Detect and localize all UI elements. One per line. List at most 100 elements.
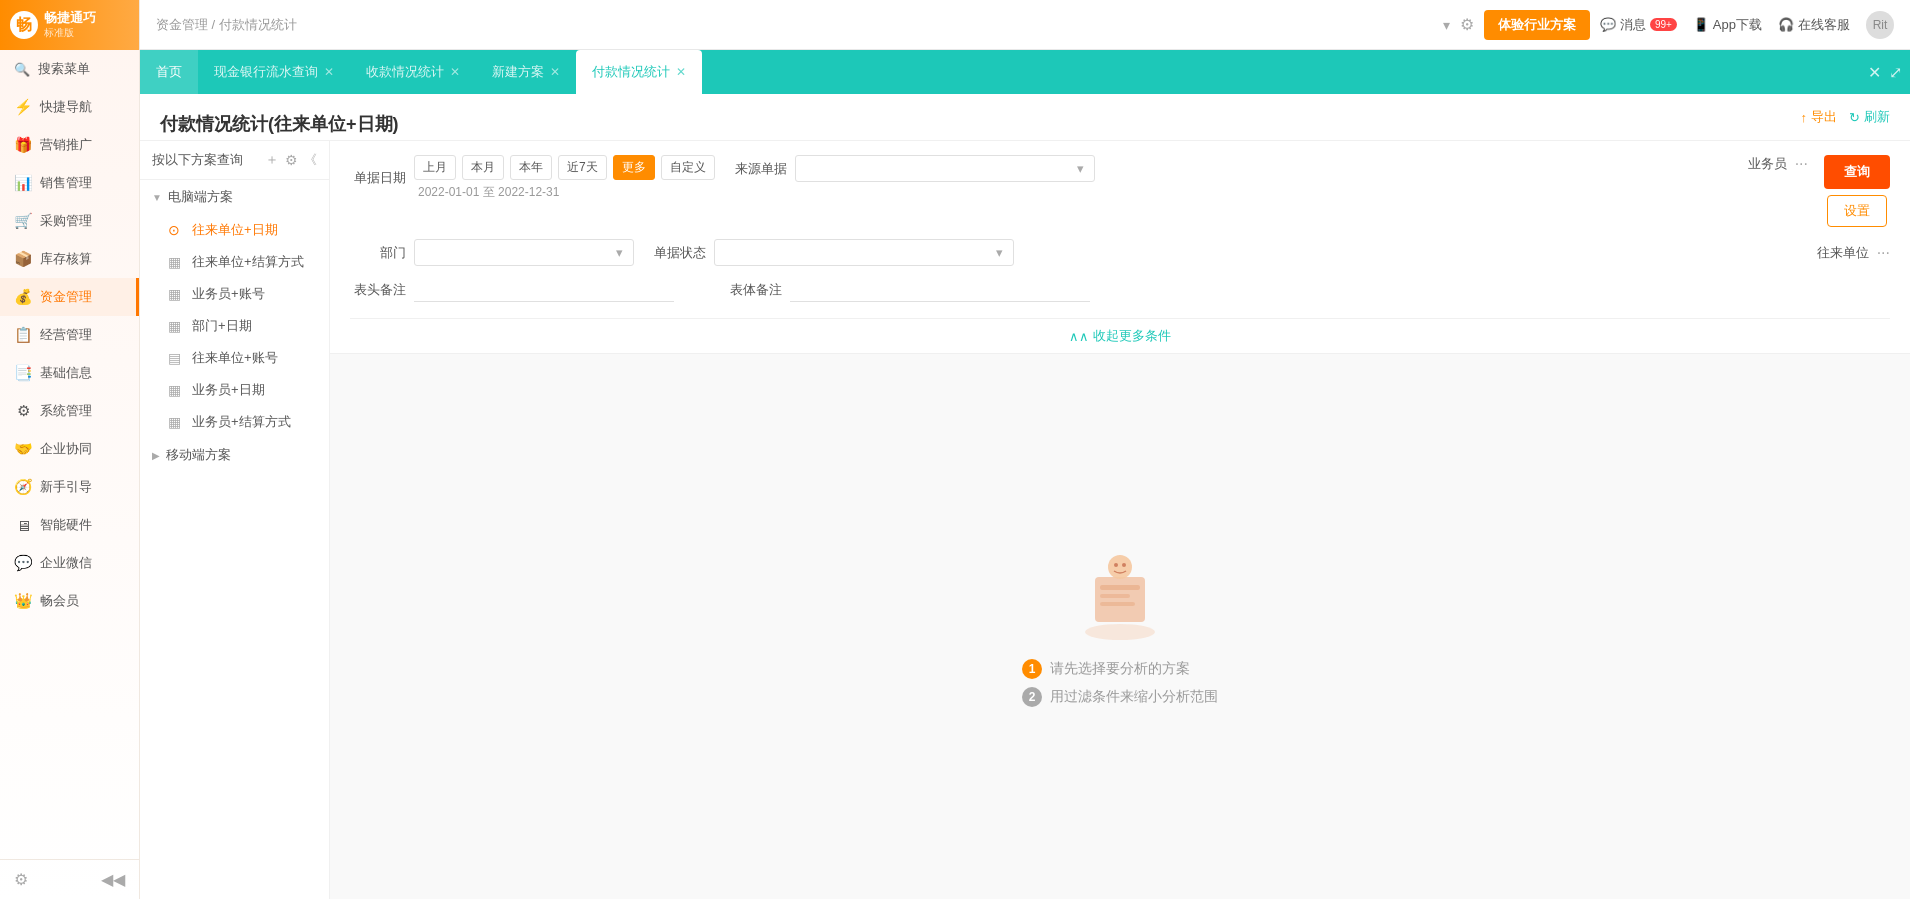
sidebar-item-system[interactable]: ⚙ 系统管理 bbox=[0, 392, 139, 430]
date-btn-custom[interactable]: 自定义 bbox=[661, 155, 715, 180]
service-btn[interactable]: 🎧 在线客服 bbox=[1778, 16, 1850, 34]
tabbar-actions: ✕ ⤢ bbox=[1868, 50, 1910, 94]
status-chevron-icon: ▾ bbox=[996, 245, 1003, 260]
refresh-btn[interactable]: ↻ 刷新 bbox=[1849, 108, 1890, 126]
scheme-icon-5: ▦ bbox=[168, 382, 184, 398]
header-note-label: 表头备注 bbox=[350, 281, 406, 299]
scheme-item-salesperson-account[interactable]: ▦ 业务员+账号 bbox=[140, 278, 329, 310]
date-btn-last-month[interactable]: 上月 bbox=[414, 155, 456, 180]
maximize-icon[interactable]: ⤢ bbox=[1889, 63, 1902, 82]
export-icon: ↑ bbox=[1801, 110, 1808, 125]
system-icon: ⚙ bbox=[14, 402, 32, 420]
counterpart-dots[interactable]: ··· bbox=[1877, 244, 1890, 262]
close-all-tabs-icon[interactable]: ✕ bbox=[1868, 63, 1881, 82]
date-buttons: 上月 本月 本年 近7天 更多 自定义 bbox=[414, 155, 715, 180]
sidebar-item-inventory[interactable]: 📦 库存核算 bbox=[0, 240, 139, 278]
source-label: 来源单据 bbox=[731, 160, 787, 178]
chevron-down-icon[interactable]: ▾ bbox=[1443, 17, 1450, 33]
tab-close-collection[interactable]: ✕ bbox=[450, 65, 460, 79]
date-btn-this-year[interactable]: 本年 bbox=[510, 155, 552, 180]
trial-btn[interactable]: 体验行业方案 bbox=[1484, 10, 1590, 40]
scheme-item-counterpart-settlement[interactable]: ▦ 往来单位+结算方式 bbox=[140, 246, 329, 278]
scheme-item-salesperson-settlement[interactable]: ▦ 业务员+结算方式 bbox=[140, 406, 329, 438]
query-btn[interactable]: 查询 bbox=[1824, 155, 1890, 189]
tab-bank[interactable]: 现金银行流水查询 ✕ bbox=[198, 50, 350, 94]
sidebar-item-enterprise[interactable]: 🤝 企业协同 bbox=[0, 430, 139, 468]
operation-icon: 📋 bbox=[14, 326, 32, 344]
filter-and-empty: 单据日期 上月 本月 本年 近7天 更多 自定义 bbox=[330, 141, 1910, 899]
header-note-input[interactable] bbox=[414, 278, 674, 302]
scheme-item-dept-date[interactable]: ▦ 部门+日期 bbox=[140, 310, 329, 342]
sidebar-item-purchase[interactable]: 🛒 采购管理 bbox=[0, 202, 139, 240]
svg-point-5 bbox=[1108, 555, 1132, 579]
sidebar-item-marketing[interactable]: 🎁 营销推广 bbox=[0, 126, 139, 164]
date-btn-7days[interactable]: 近7天 bbox=[558, 155, 607, 180]
scheme-icon-4: ▤ bbox=[168, 350, 184, 366]
sidebar-bottom: ⚙ ◀◀ bbox=[0, 859, 139, 899]
tab-home[interactable]: 首页 bbox=[140, 50, 198, 94]
export-btn[interactable]: ↑ 导出 bbox=[1801, 108, 1838, 126]
app-download-btn[interactable]: 📱 App下载 bbox=[1693, 16, 1762, 34]
salesperson-dots[interactable]: ··· bbox=[1795, 155, 1808, 173]
sales-icon: 📊 bbox=[14, 174, 32, 192]
app-icon: 📱 bbox=[1693, 17, 1709, 32]
tab-close-new-scheme[interactable]: ✕ bbox=[550, 65, 560, 79]
member-icon: 👑 bbox=[14, 592, 32, 610]
tab-close-bank[interactable]: ✕ bbox=[324, 65, 334, 79]
pc-group-header[interactable]: ▼ 电脑端方案 bbox=[140, 180, 329, 214]
source-select[interactable]: ▾ bbox=[795, 155, 1095, 182]
hardware-icon: 🖥 bbox=[14, 516, 32, 534]
mobile-group-header[interactable]: ▶ 移动端方案 bbox=[140, 438, 329, 472]
scheme-item-counterpart-account[interactable]: ▤ 往来单位+账号 bbox=[140, 342, 329, 374]
sidebar-item-finance[interactable]: 💰 资金管理 bbox=[0, 278, 139, 316]
search-menu[interactable]: 🔍 搜索菜单 bbox=[0, 50, 139, 88]
source-chevron-icon: ▾ bbox=[1077, 161, 1084, 176]
scheme-item-counterpart-date[interactable]: ⊙ 往来单位+日期 bbox=[140, 214, 329, 246]
scheme-item-salesperson-date[interactable]: ▦ 业务员+日期 bbox=[140, 374, 329, 406]
empty-state: 1 请先选择要分析的方案 2 用过滤条件来缩小分析范围 bbox=[330, 354, 1910, 899]
add-scheme-icon[interactable]: ＋ bbox=[265, 151, 279, 169]
scheme-icon-6: ▦ bbox=[168, 414, 184, 430]
tab-new-scheme[interactable]: 新建方案 ✕ bbox=[476, 50, 576, 94]
empty-hints: 1 请先选择要分析的方案 2 用过滤条件来缩小分析范围 bbox=[1022, 659, 1218, 707]
finance-icon: 💰 bbox=[14, 288, 32, 306]
dept-select[interactable]: ▾ bbox=[414, 239, 634, 266]
topbar-right: 💬 消息 99+ 📱 App下载 🎧 在线客服 Rit bbox=[1600, 11, 1894, 39]
sidebar-item-guide[interactable]: 🧭 新手引导 bbox=[0, 468, 139, 506]
tab-collection[interactable]: 收款情况统计 ✕ bbox=[350, 50, 476, 94]
settings-icon[interactable]: ⚙ bbox=[1460, 15, 1474, 34]
manage-scheme-icon[interactable]: ⚙ bbox=[285, 152, 298, 168]
message-badge: 99+ bbox=[1650, 18, 1677, 31]
collapse-panel-icon[interactable]: 《 bbox=[304, 151, 317, 169]
dept-chevron-icon: ▾ bbox=[616, 245, 623, 260]
sidebar-item-member[interactable]: 👑 畅会员 bbox=[0, 582, 139, 620]
collapse-sidebar-icon[interactable]: ◀◀ bbox=[101, 870, 125, 889]
sidebar-item-hardware[interactable]: 🖥 智能硬件 bbox=[0, 506, 139, 544]
sidebar-nav: ⚡ 快捷导航 🎁 营销推广 📊 销售管理 🛒 采购管理 📦 库存核算 💰 资金管… bbox=[0, 88, 139, 859]
settings-btn[interactable]: 设置 bbox=[1827, 195, 1887, 227]
date-btn-this-month[interactable]: 本月 bbox=[462, 155, 504, 180]
collapse-more-btn[interactable]: ∧∧ 收起更多条件 bbox=[350, 318, 1890, 353]
sidebar-item-basics[interactable]: 📑 基础信息 bbox=[0, 354, 139, 392]
sidebar-item-sales[interactable]: 📊 销售管理 bbox=[0, 164, 139, 202]
sidebar-item-operation[interactable]: 📋 经营管理 bbox=[0, 316, 139, 354]
logo-icon: 畅 bbox=[10, 11, 38, 39]
scheme-icon-3: ▦ bbox=[168, 318, 184, 334]
sidebar-item-wechat[interactable]: 💬 企业微信 bbox=[0, 544, 139, 582]
settings-bottom-icon[interactable]: ⚙ bbox=[14, 870, 28, 889]
page-title: 付款情况统计(往来单位+日期) bbox=[160, 112, 399, 136]
message-btn[interactable]: 💬 消息 99+ bbox=[1600, 16, 1677, 34]
doc-status-select[interactable]: ▾ bbox=[714, 239, 1014, 266]
tab-close-payment[interactable]: ✕ bbox=[676, 65, 686, 79]
date-btn-more[interactable]: 更多 bbox=[613, 155, 655, 180]
body-note-input[interactable] bbox=[790, 278, 1090, 302]
tab-payment[interactable]: 付款情况统计 ✕ bbox=[576, 50, 702, 94]
sidebar-item-quick-nav[interactable]: ⚡ 快捷导航 bbox=[0, 88, 139, 126]
user-avatar-area[interactable]: Rit bbox=[1866, 11, 1894, 39]
page-header: 付款情况统计(往来单位+日期) ↑ 导出 ↻ 刷新 bbox=[140, 94, 1910, 141]
tabbar: 首页 现金银行流水查询 ✕ 收款情况统计 ✕ 新建方案 ✕ 付款情况统计 ✕ ✕… bbox=[140, 50, 1910, 94]
hint-num-1: 1 bbox=[1022, 659, 1042, 679]
inventory-icon: 📦 bbox=[14, 250, 32, 268]
svg-rect-4 bbox=[1100, 602, 1135, 606]
enterprise-icon: 🤝 bbox=[14, 440, 32, 458]
